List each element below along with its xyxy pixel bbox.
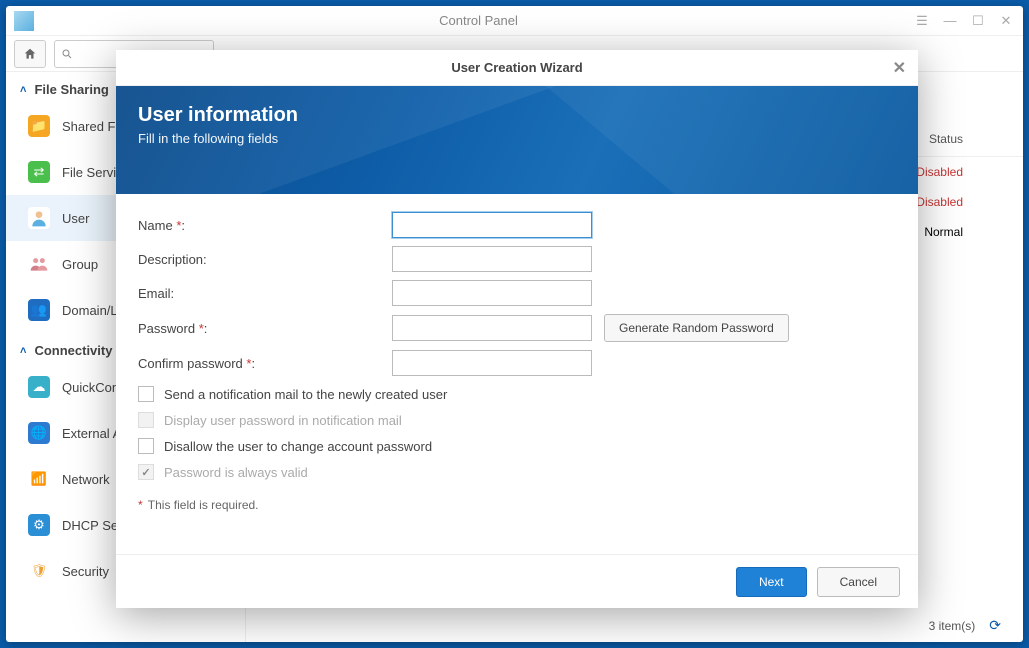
description-input[interactable] xyxy=(392,246,592,272)
network-icon: 📶 xyxy=(28,468,50,490)
chevron-up-icon: ˄ xyxy=(20,84,26,96)
item-count: 3 item(s) xyxy=(929,619,976,633)
window-controls: ☰ — ☐ ✕ xyxy=(913,12,1015,30)
shield-icon: 🛡 xyxy=(28,560,50,582)
checkbox-icon xyxy=(138,464,154,480)
cancel-button[interactable]: Cancel xyxy=(817,567,900,597)
next-button[interactable]: Next xyxy=(736,567,807,597)
email-label: Email: xyxy=(138,286,392,301)
user-creation-wizard: User Creation Wizard ✕ User information … xyxy=(116,50,918,608)
section-label: Connectivity xyxy=(34,343,112,358)
folder-icon: 📁 xyxy=(28,115,50,137)
checkbox-disallow-change[interactable]: Disallow the user to change account pass… xyxy=(138,438,896,454)
app-icon xyxy=(14,11,34,31)
row-password: Password *: Generate Random Password xyxy=(138,314,896,342)
home-button[interactable] xyxy=(14,40,46,68)
titlebar: Control Panel ☰ — ☐ ✕ xyxy=(6,6,1023,36)
row-description: Description: xyxy=(138,246,896,272)
name-label: Name *: xyxy=(138,218,392,233)
email-input[interactable] xyxy=(392,280,592,306)
checkbox-label: Send a notification mail to the newly cr… xyxy=(164,387,447,402)
dhcp-icon: ⚙ xyxy=(28,514,50,536)
checkbox-label: Display user password in notification ma… xyxy=(164,413,402,428)
modal-close-button[interactable]: ✕ xyxy=(893,58,906,78)
checkbox-icon xyxy=(138,386,154,402)
refresh-button[interactable]: ⟳ xyxy=(989,617,1001,634)
group-icon xyxy=(28,253,50,275)
password-input[interactable] xyxy=(392,315,592,341)
window-title: Control Panel xyxy=(44,13,913,28)
modal-heading: User information xyxy=(138,104,896,127)
close-button[interactable]: ✕ xyxy=(997,12,1015,30)
modal-title: User Creation Wizard xyxy=(451,60,582,75)
checkbox-password-always-valid: Password is always valid xyxy=(138,464,896,480)
search-icon xyxy=(61,48,73,60)
row-name: Name *: xyxy=(138,212,896,238)
checkbox-icon xyxy=(138,438,154,454)
modal-body: Name *: Description: Email: Password *: … xyxy=(116,194,918,554)
maximize-button[interactable]: ☐ xyxy=(969,12,987,30)
row-confirm-password: Confirm password *: xyxy=(138,350,896,376)
checkbox-display-password: Display user password in notification ma… xyxy=(138,412,896,428)
sidebar-item-label: User xyxy=(62,211,89,226)
file-service-icon: ⇄ xyxy=(28,161,50,183)
filter-icon[interactable]: ☰ xyxy=(913,12,931,30)
cloud-icon: ☁ xyxy=(28,376,50,398)
chevron-up-icon: ˄ xyxy=(20,345,26,357)
password-label: Password *: xyxy=(138,321,392,336)
checkbox-label: Disallow the user to change account pass… xyxy=(164,439,432,454)
section-label: File Sharing xyxy=(34,82,108,97)
user-icon xyxy=(28,207,50,229)
globe-icon: 🌐 xyxy=(28,422,50,444)
domain-icon: 👥 xyxy=(28,299,50,321)
modal-footer: Next Cancel xyxy=(116,554,918,608)
modal-titlebar: User Creation Wizard ✕ xyxy=(116,50,918,86)
control-panel-window: Control Panel ☰ — ☐ ✕ ˄ File Sharing 📁 S… xyxy=(6,6,1023,642)
footer: 3 item(s) ⟳ xyxy=(929,617,1001,634)
sidebar-item-label: Network xyxy=(62,472,110,487)
confirm-password-label: Confirm password *: xyxy=(138,356,392,371)
description-label: Description: xyxy=(138,252,392,267)
generate-password-button[interactable]: Generate Random Password xyxy=(604,314,789,342)
confirm-password-input[interactable] xyxy=(392,350,592,376)
sidebar-item-label: Group xyxy=(62,257,98,272)
modal-banner: User information Fill in the following f… xyxy=(116,86,918,194)
minimize-button[interactable]: — xyxy=(941,12,959,30)
modal-subheading: Fill in the following fields xyxy=(138,131,896,146)
checkbox-label: Password is always valid xyxy=(164,465,308,480)
name-input[interactable] xyxy=(392,212,592,238)
row-email: Email: xyxy=(138,280,896,306)
sidebar-item-label: Security xyxy=(62,564,109,579)
home-icon xyxy=(23,47,37,61)
checkbox-icon xyxy=(138,412,154,428)
required-note: * This field is required. xyxy=(138,498,896,512)
checkbox-notify-mail[interactable]: Send a notification mail to the newly cr… xyxy=(138,386,896,402)
